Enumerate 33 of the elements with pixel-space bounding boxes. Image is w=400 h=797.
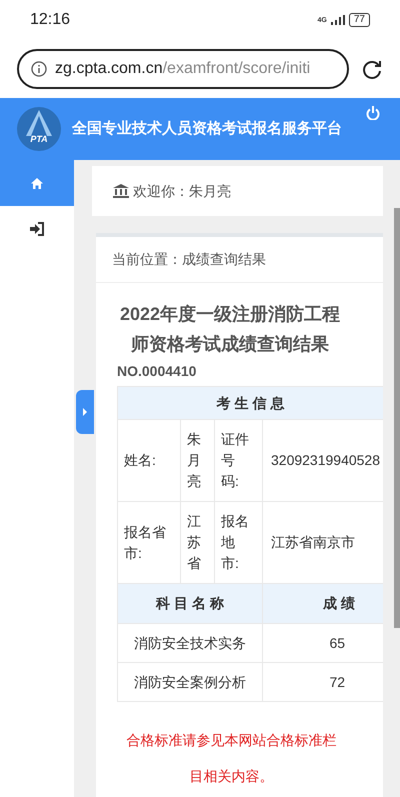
info-icon[interactable] [31, 61, 47, 77]
table-cell-text: 32092319940528 [271, 451, 382, 470]
home-icon [30, 176, 44, 190]
table-cell-text: 朱月亮 [187, 430, 201, 491]
battery-indicator: 77 [348, 13, 370, 27]
table-cell: 消防安全技术实务 [118, 624, 262, 662]
bank-icon [113, 184, 129, 198]
url-text: zg.cpta.com.cn/examfront/score/initi [55, 59, 310, 79]
sign-in-icon [29, 222, 45, 236]
table-heading: 考 生 信 息 [118, 386, 383, 420]
table-cell-text: 报名省市: [124, 522, 166, 562]
chevron-right-icon [82, 408, 88, 416]
table-cell-text: 江苏省南京市 [271, 533, 356, 552]
scrollbar[interactable] [394, 208, 400, 628]
clock: 12:16 [30, 10, 70, 30]
logo-icon: PTA [16, 106, 62, 152]
table-cell-text: 江苏省 [187, 512, 201, 573]
welcome-text: 欢迎你：朱月亮 [133, 182, 231, 200]
note-text: 合格标准请参见本网站合格标准栏目相关内容。 [126, 731, 338, 786]
column-header: 科 目 名 称 [118, 584, 262, 624]
table-cell-text: 报名地市: [221, 512, 250, 573]
breadcrumb: 当前位置：成绩查询结果 [112, 250, 266, 269]
power-icon[interactable] [366, 106, 380, 120]
side-tab[interactable] [76, 390, 94, 434]
certificate-number: NO.0004410 [117, 362, 198, 381]
signal-icon [330, 15, 345, 25]
site-title: 全国专业技术人员资格考试报名服务平台 [72, 118, 342, 139]
table-cell-text: 姓名: [124, 451, 157, 470]
table-cell: 消防安全案例分析 [118, 662, 262, 702]
address-bar[interactable]: zg.cpta.com.cn/examfront/score/initi [17, 49, 349, 89]
reload-icon[interactable] [361, 58, 383, 80]
table-cell-text: 证件号码: [221, 430, 250, 491]
result-title: 2022年度一级注册消防工程师资格考试成绩查询结果 [118, 303, 342, 356]
